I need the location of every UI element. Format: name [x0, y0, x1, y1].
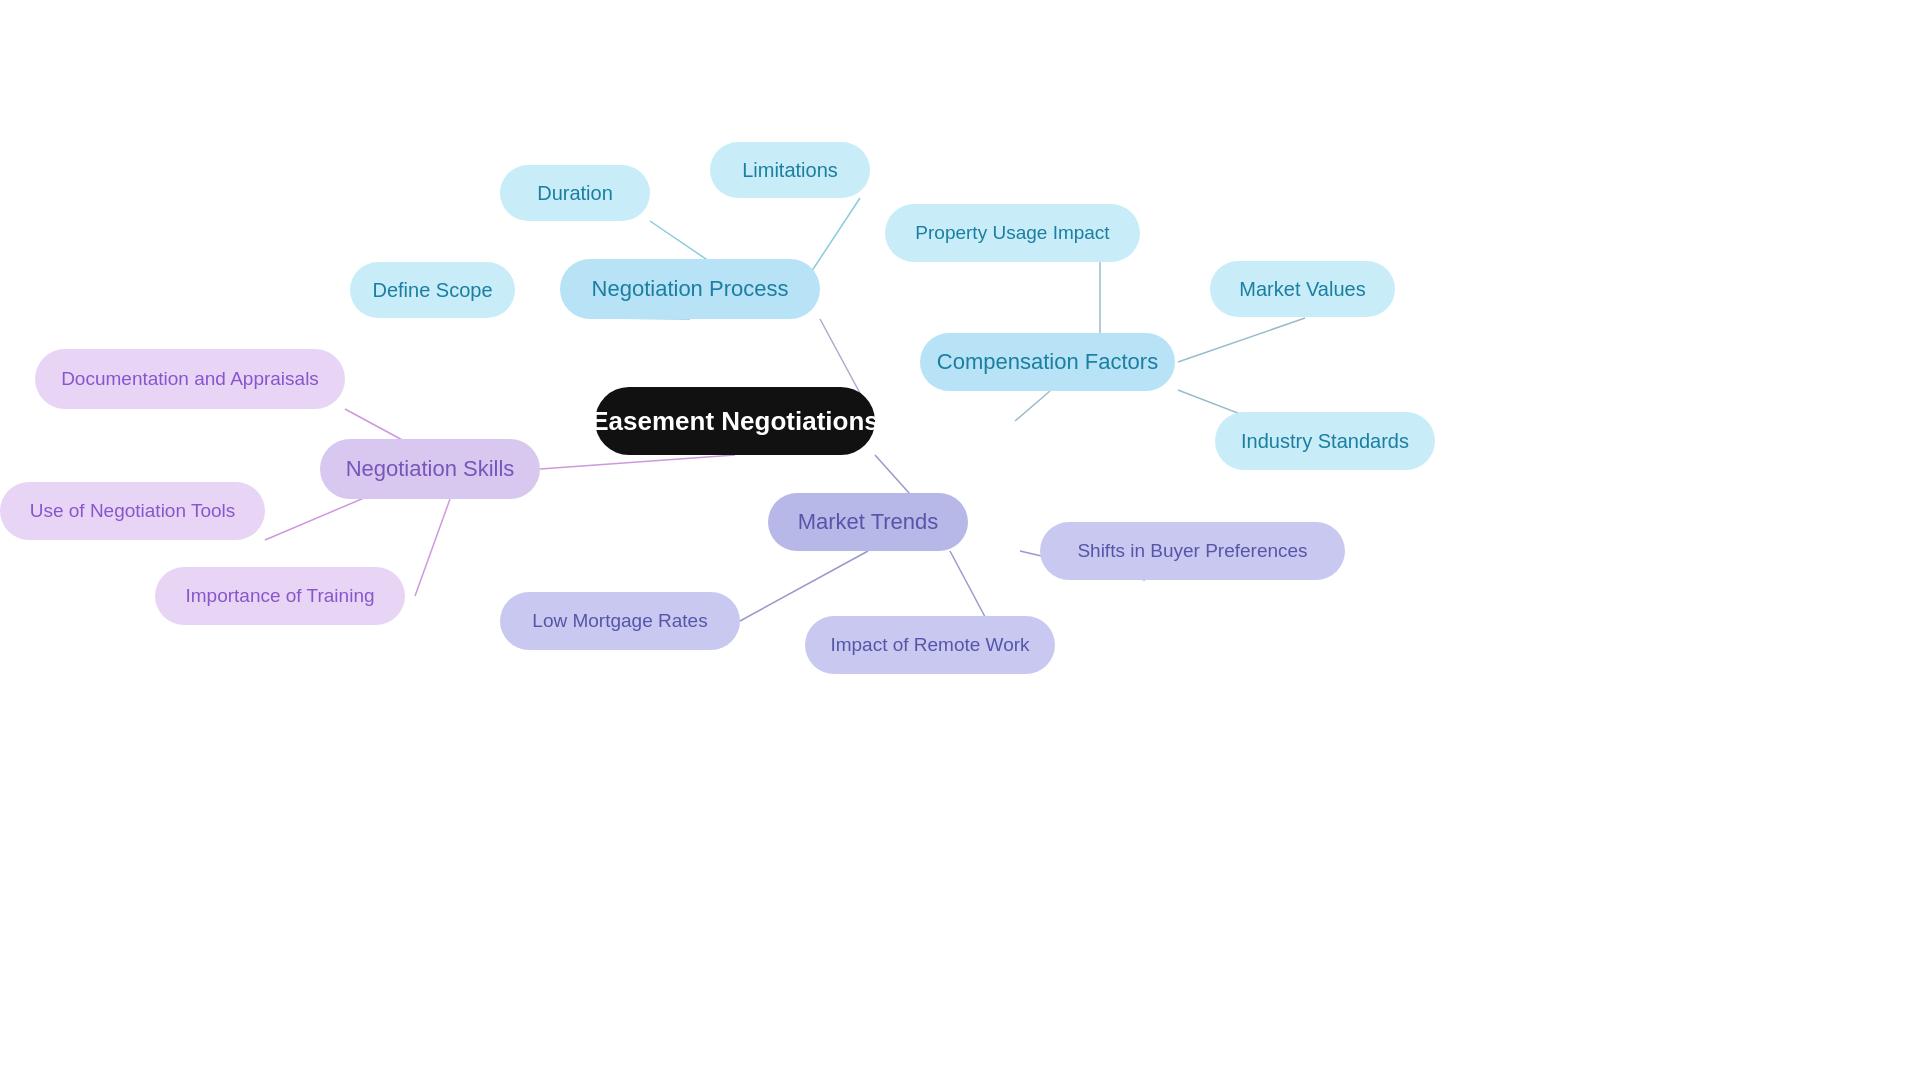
- svg-line-7: [415, 499, 450, 596]
- node-duration: Duration: [500, 165, 650, 221]
- node-low-mortgage: Low Mortgage Rates: [500, 592, 740, 650]
- node-market-trends: Market Trends: [768, 493, 968, 551]
- node-property-usage: Property Usage Impact: [885, 204, 1140, 262]
- node-limitations: Limitations: [710, 142, 870, 198]
- node-negotiation-process: Negotiation Process: [560, 259, 820, 319]
- svg-line-4: [540, 455, 735, 469]
- node-market-values: Market Values: [1210, 261, 1395, 317]
- node-use-of-tools: Use of Negotiation Tools: [0, 482, 265, 540]
- center-node: Easement Negotiations: [595, 387, 875, 455]
- node-define-scope: Define Scope: [350, 262, 515, 318]
- node-compensation-factors: Compensation Factors: [920, 333, 1175, 391]
- node-impact-remote: Impact of Remote Work: [805, 616, 1055, 674]
- svg-line-14: [740, 551, 868, 621]
- node-negotiation-skills: Negotiation Skills: [320, 439, 540, 499]
- node-shifts-buyer: Shifts in Buyer Preferences: [1040, 522, 1345, 580]
- node-industry-standards: Industry Standards: [1215, 412, 1435, 470]
- svg-line-10: [1178, 318, 1305, 362]
- node-documentation: Documentation and Appraisals: [35, 349, 345, 409]
- node-importance-training: Importance of Training: [155, 567, 405, 625]
- svg-line-8: [1015, 391, 1050, 421]
